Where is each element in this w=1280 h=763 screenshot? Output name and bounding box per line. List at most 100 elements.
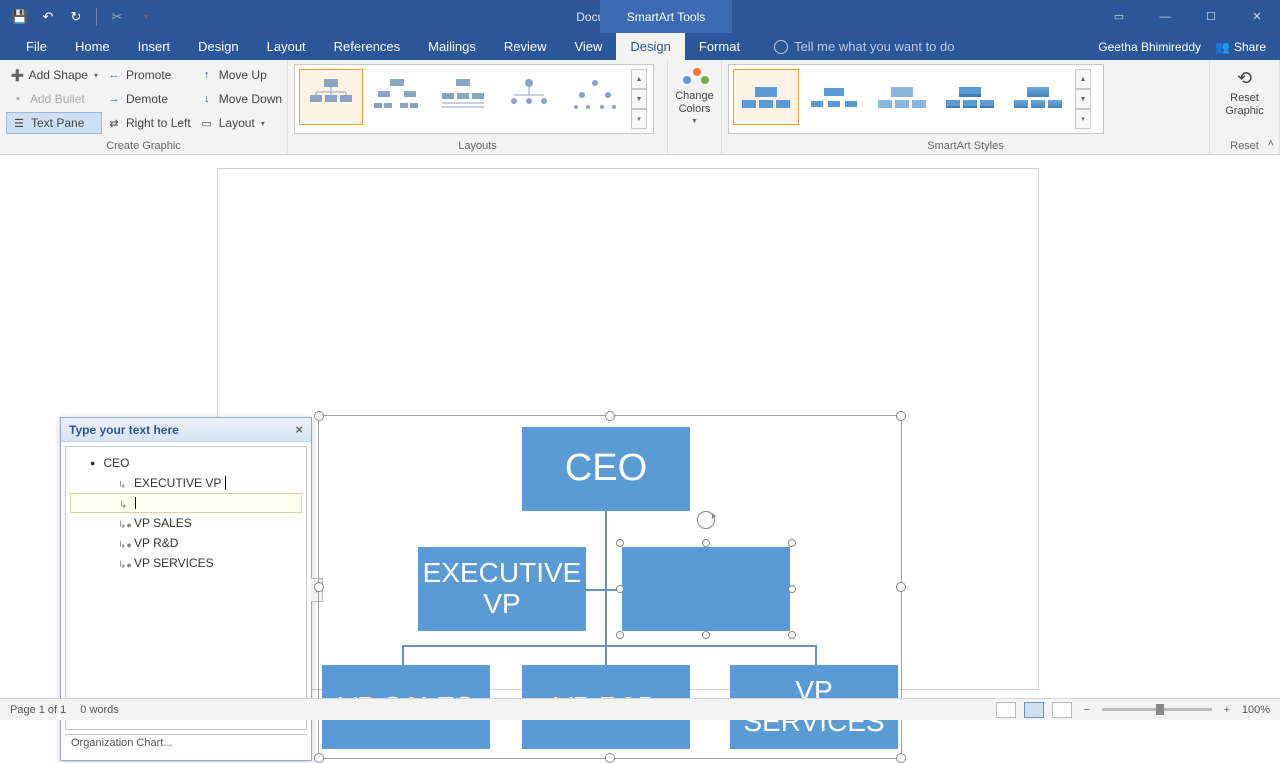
arrow-left-icon — [106, 67, 122, 83]
print-layout-icon[interactable] — [1024, 702, 1044, 718]
resize-handle[interactable] — [788, 539, 796, 547]
text-pane-button[interactable]: ☰Text Pane — [6, 112, 102, 134]
style-option-2[interactable] — [801, 69, 867, 125]
text-pane-item-exvp[interactable]: EXECUTIVE VP — [70, 473, 302, 493]
resize-handle[interactable] — [314, 411, 324, 421]
share-button[interactable]: 👥 Share — [1215, 40, 1266, 54]
tell-me-search[interactable]: Tell me what you want to do — [754, 33, 1098, 60]
layout-option-5[interactable] — [563, 69, 627, 125]
tab-smartart-format[interactable]: Format — [685, 33, 754, 60]
styles-gallery[interactable]: ▲ ▼ ▾ — [728, 64, 1104, 134]
close-icon[interactable]: × — [295, 422, 303, 437]
demote-button[interactable]: Demote — [102, 88, 195, 110]
ribbon-options-icon[interactable]: ▭ — [1096, 0, 1142, 33]
zoom-level[interactable]: 100% — [1242, 704, 1270, 716]
text-pane-item-vps[interactable]: ●VP SALES — [70, 513, 302, 533]
tab-smartart-design[interactable]: Design — [616, 33, 684, 60]
move-up-button[interactable]: Move Up — [195, 64, 286, 86]
style-option-5[interactable] — [1005, 69, 1071, 125]
move-down-button[interactable]: Move Down — [195, 88, 286, 110]
change-colors-button[interactable]: Change Colors ▼ — [674, 64, 715, 127]
ribbon-tabs: File Home Insert Design Layout Reference… — [0, 33, 1280, 60]
layouts-gallery[interactable]: ▲ ▼ ▾ — [294, 64, 654, 134]
user-name[interactable]: Geetha Bhimireddy — [1098, 40, 1201, 54]
layout-option-1[interactable] — [299, 69, 363, 125]
layout-button[interactable]: ▭Layout — [195, 112, 286, 134]
org-box-executive-vp[interactable]: EXECUTIVE VP — [418, 547, 586, 631]
close-icon[interactable]: ✕ — [1234, 0, 1280, 33]
title-bar: 💾 ↶ ↻ ✂ Document1 - Word SmartArt Tools … — [0, 0, 1280, 33]
resize-handle[interactable] — [702, 539, 710, 547]
web-layout-icon[interactable] — [1052, 702, 1072, 718]
layout-option-3[interactable] — [431, 69, 495, 125]
connector-line — [605, 511, 607, 645]
tab-file[interactable]: File — [12, 33, 61, 60]
connector-line — [586, 589, 606, 591]
tab-review[interactable]: Review — [490, 33, 561, 60]
resize-handle[interactable] — [788, 631, 796, 639]
zoom-slider[interactable] — [1102, 708, 1212, 711]
gallery-up-icon[interactable]: ▲ — [631, 69, 647, 89]
group-label: SmartArt Styles — [722, 140, 1209, 152]
reset-graphic-button[interactable]: ⟲ Reset Graphic — [1216, 64, 1273, 118]
resize-handle[interactable] — [605, 411, 615, 421]
tab-references[interactable]: References — [320, 33, 414, 60]
text-pane-item-ceo[interactable]: ●CEO — [70, 453, 302, 473]
lightbulb-icon — [774, 40, 788, 54]
document-area: Type your text here × ●CEO EXECUTIVE VP … — [0, 155, 1280, 698]
resize-handle[interactable] — [616, 631, 624, 639]
text-pane-body[interactable]: ●CEO EXECUTIVE VP ●VP SALES ●VP R&D ●VP … — [65, 446, 307, 730]
zoom-in-icon[interactable]: + — [1220, 704, 1234, 716]
gallery-more-icon[interactable]: ▾ — [1075, 109, 1091, 129]
resize-handle[interactable] — [896, 411, 906, 421]
gallery-down-icon[interactable]: ▼ — [631, 89, 647, 109]
add-shape-button[interactable]: ➕Add Shape — [6, 64, 102, 86]
rotate-handle-icon[interactable] — [697, 511, 715, 529]
resize-handle[interactable] — [616, 539, 624, 547]
tab-mailings[interactable]: Mailings — [414, 33, 490, 60]
resize-handle[interactable] — [702, 631, 710, 639]
add-bullet-icon: • — [10, 91, 26, 107]
promote-button[interactable]: Promote — [102, 64, 195, 86]
text-pane-item-vpserv[interactable]: ●VP SERVICES — [70, 553, 302, 573]
undo-icon[interactable]: ↶ — [36, 5, 60, 29]
text-pane-item-vprd[interactable]: ●VP R&D — [70, 533, 302, 553]
right-to-left-button[interactable]: ⇄Right to Left — [102, 112, 195, 134]
text-pane-header[interactable]: Type your text here × — [61, 418, 311, 442]
gallery-down-icon[interactable]: ▼ — [1075, 89, 1091, 109]
read-mode-icon[interactable] — [996, 702, 1016, 718]
cut-icon[interactable]: ✂ — [105, 5, 129, 29]
minimize-icon[interactable]: — — [1142, 0, 1188, 33]
resize-handle[interactable] — [616, 585, 624, 593]
maximize-icon[interactable]: ☐ — [1188, 0, 1234, 33]
save-icon[interactable]: 💾 — [8, 5, 32, 29]
text-pane-title: Type your text here — [69, 423, 179, 437]
add-shape-icon: ➕ — [10, 67, 25, 83]
gallery-up-icon[interactable]: ▲ — [1075, 69, 1091, 89]
word-count[interactable]: 0 words — [80, 704, 119, 716]
text-pane-footer[interactable]: Organization Chart... — [65, 734, 307, 756]
qat-customize-icon[interactable] — [133, 5, 157, 29]
status-bar: Page 1 of 1 0 words − + 100% — [0, 698, 1280, 720]
quick-access-toolbar: 💾 ↶ ↻ ✂ — [0, 5, 157, 29]
style-option-4[interactable] — [937, 69, 1003, 125]
tab-design[interactable]: Design — [184, 33, 252, 60]
color-dots-icon — [683, 68, 707, 88]
group-label: Create Graphic — [0, 140, 287, 152]
tab-home[interactable]: Home — [61, 33, 124, 60]
collapse-ribbon-icon[interactable]: ˄ — [1268, 138, 1274, 150]
tab-insert[interactable]: Insert — [124, 33, 185, 60]
layout-option-4[interactable] — [497, 69, 561, 125]
text-pane-item-new[interactable] — [70, 493, 302, 513]
tab-layout[interactable]: Layout — [253, 33, 320, 60]
redo-icon[interactable]: ↻ — [64, 5, 88, 29]
resize-handle[interactable] — [788, 585, 796, 593]
style-option-3[interactable] — [869, 69, 935, 125]
zoom-out-icon[interactable]: − — [1080, 704, 1094, 716]
style-option-1[interactable] — [733, 69, 799, 125]
org-box-ceo[interactable]: CEO — [522, 427, 690, 511]
gallery-more-icon[interactable]: ▾ — [631, 109, 647, 129]
page-indicator[interactable]: Page 1 of 1 — [10, 704, 66, 716]
layout-option-2[interactable] — [365, 69, 429, 125]
tab-view[interactable]: View — [560, 33, 616, 60]
